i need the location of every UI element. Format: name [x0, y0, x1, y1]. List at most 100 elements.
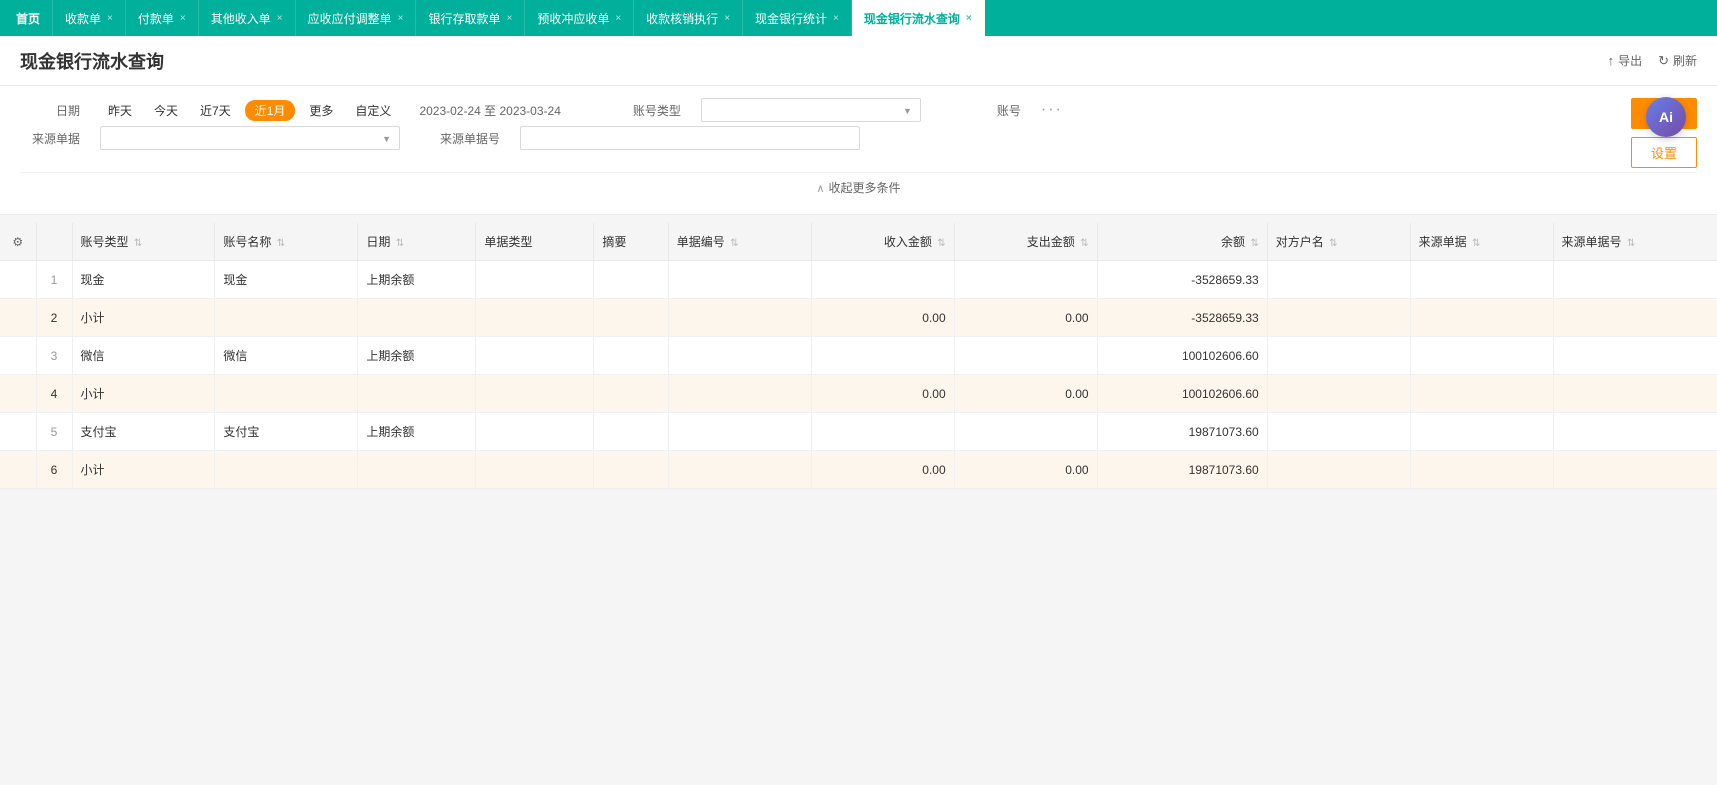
cell-source-doc-no	[1553, 451, 1717, 489]
sort-icon: ⇅	[396, 238, 404, 249]
cell-doc-type	[476, 451, 594, 489]
table-row: 2小计0.000.00-3528659.33	[0, 299, 1717, 337]
cell-summary	[594, 261, 668, 299]
nav-tab-receipt-verification[interactable]: 收款核销执行 ×	[634, 0, 743, 36]
cell-expense	[954, 413, 1097, 451]
close-icon[interactable]: ×	[966, 13, 972, 24]
cell-expense: 0.00	[954, 451, 1097, 489]
cell-expense: 0.00	[954, 299, 1097, 337]
close-icon[interactable]: ×	[833, 13, 839, 24]
cell-account-name	[215, 375, 358, 413]
cell-balance: 19871073.60	[1097, 451, 1267, 489]
row-number: 1	[36, 261, 72, 299]
cell-source-doc-no	[1553, 337, 1717, 375]
ai-assistant-button[interactable]: Ai	[1646, 97, 1686, 137]
row-number: 6	[36, 451, 72, 489]
sort-icon: ⇅	[1472, 238, 1480, 249]
nav-tab-prepaid[interactable]: 预收冲应收单 ×	[525, 0, 634, 36]
cell-source-doc	[1410, 413, 1553, 451]
col-account-name[interactable]: 账号名称 ⇅	[215, 223, 358, 261]
close-icon[interactable]: ×	[277, 13, 283, 24]
filter-row-1: 日期 昨天 今天 近7天 近1月 更多 自定义 2023-02-24 至 202…	[20, 98, 1591, 122]
account-dots-button[interactable]: ···	[1041, 101, 1063, 119]
date-filter-label: 日期	[20, 102, 80, 119]
refresh-button[interactable]: ↻ 刷新	[1658, 52, 1697, 69]
close-icon[interactable]: ×	[506, 13, 512, 24]
col-income[interactable]: 收入金额 ⇅	[811, 223, 954, 261]
col-expense[interactable]: 支出金额 ⇅	[954, 223, 1097, 261]
close-icon[interactable]: ×	[180, 13, 186, 24]
source-doc-select[interactable]	[100, 126, 400, 150]
date-yesterday[interactable]: 昨天	[100, 100, 140, 121]
nav-tab-payments[interactable]: 付款单 ×	[126, 0, 199, 36]
nav-tab-bank-stats[interactable]: 现金银行统计 ×	[743, 0, 852, 36]
source-doc-no-input[interactable]	[520, 126, 860, 150]
cell-date: 上期余额	[358, 413, 476, 451]
account-type-select[interactable]	[701, 98, 921, 122]
collapse-filter-button[interactable]: 收起更多条件	[20, 172, 1697, 202]
cell-doc-type	[476, 261, 594, 299]
chevron-down-icon	[903, 103, 912, 117]
nav-tab-other-income[interactable]: 其他收入单 ×	[199, 0, 296, 36]
col-account-type[interactable]: 账号类型 ⇅	[72, 223, 215, 261]
cell-account-name	[215, 451, 358, 489]
settings-button[interactable]: 设置	[1631, 137, 1697, 168]
row-number: 3	[36, 337, 72, 375]
sort-icon: ⇅	[1627, 238, 1635, 249]
row-settings	[0, 299, 36, 337]
cell-balance: -3528659.33	[1097, 261, 1267, 299]
close-icon[interactable]: ×	[724, 13, 730, 24]
refresh-icon: ↻	[1658, 53, 1669, 69]
date-7days[interactable]: 近7天	[192, 100, 239, 121]
col-doc-no[interactable]: 单据编号 ⇅	[668, 223, 811, 261]
cell-expense: 0.00	[954, 375, 1097, 413]
table-settings-col[interactable]: ⚙	[0, 223, 36, 261]
row-settings	[0, 413, 36, 451]
col-source-doc-no[interactable]: 来源单据号 ⇅	[1553, 223, 1717, 261]
source-doc-label: 来源单据	[20, 130, 80, 147]
cell-doc-no	[668, 451, 811, 489]
date-more[interactable]: 更多	[301, 100, 341, 121]
cell-summary	[594, 451, 668, 489]
date-custom[interactable]: 自定义	[347, 100, 399, 121]
date-today[interactable]: 今天	[146, 100, 186, 121]
cell-doc-no	[668, 413, 811, 451]
nav-tab-bank-flow[interactable]: 现金银行流水查询 ×	[852, 0, 985, 36]
nav-tab-bank-deposit[interactable]: 银行存取款单 ×	[416, 0, 525, 36]
cell-source-doc	[1410, 299, 1553, 337]
row-settings	[0, 261, 36, 299]
close-icon[interactable]: ×	[615, 13, 621, 24]
date-range-display: 2023-02-24 至 2023-03-24	[419, 102, 560, 119]
cell-summary	[594, 413, 668, 451]
export-button[interactable]: ↑ 导出	[1608, 52, 1643, 69]
cell-date	[358, 299, 476, 337]
row-settings	[0, 375, 36, 413]
nav-tab-adjustment[interactable]: 应收应付调整单 ×	[296, 0, 417, 36]
close-icon[interactable]: ×	[398, 13, 404, 24]
cell-account-name: 微信	[215, 337, 358, 375]
cell-date	[358, 375, 476, 413]
nav-home[interactable]: 首页	[4, 0, 53, 36]
col-source-doc[interactable]: 来源单据 ⇅	[1410, 223, 1553, 261]
col-date[interactable]: 日期 ⇅	[358, 223, 476, 261]
cell-account-type: 小计	[72, 451, 215, 489]
transactions-table: ⚙ 账号类型 ⇅ 账号名称 ⇅ 日期 ⇅ 单据类型 摘要	[0, 223, 1717, 489]
cell-doc-type	[476, 299, 594, 337]
cell-date	[358, 451, 476, 489]
cell-source-doc	[1410, 375, 1553, 413]
col-balance[interactable]: 余额 ⇅	[1097, 223, 1267, 261]
account-type-label: 账号类型	[621, 102, 681, 119]
cell-account-type: 现金	[72, 261, 215, 299]
date-1month[interactable]: 近1月	[245, 100, 296, 121]
sort-icon: ⇅	[277, 238, 285, 249]
cell-summary	[594, 337, 668, 375]
cell-source-doc-no	[1553, 299, 1717, 337]
cell-income: 0.00	[811, 451, 954, 489]
close-icon[interactable]: ×	[107, 13, 113, 24]
nav-tab-receipts[interactable]: 收款单 ×	[53, 0, 126, 36]
col-counterpart[interactable]: 对方户名 ⇅	[1267, 223, 1410, 261]
cell-balance: 19871073.60	[1097, 413, 1267, 451]
filter-row-2: 来源单据 来源单据号	[20, 126, 1591, 150]
cell-expense	[954, 337, 1097, 375]
col-doc-type: 单据类型	[476, 223, 594, 261]
